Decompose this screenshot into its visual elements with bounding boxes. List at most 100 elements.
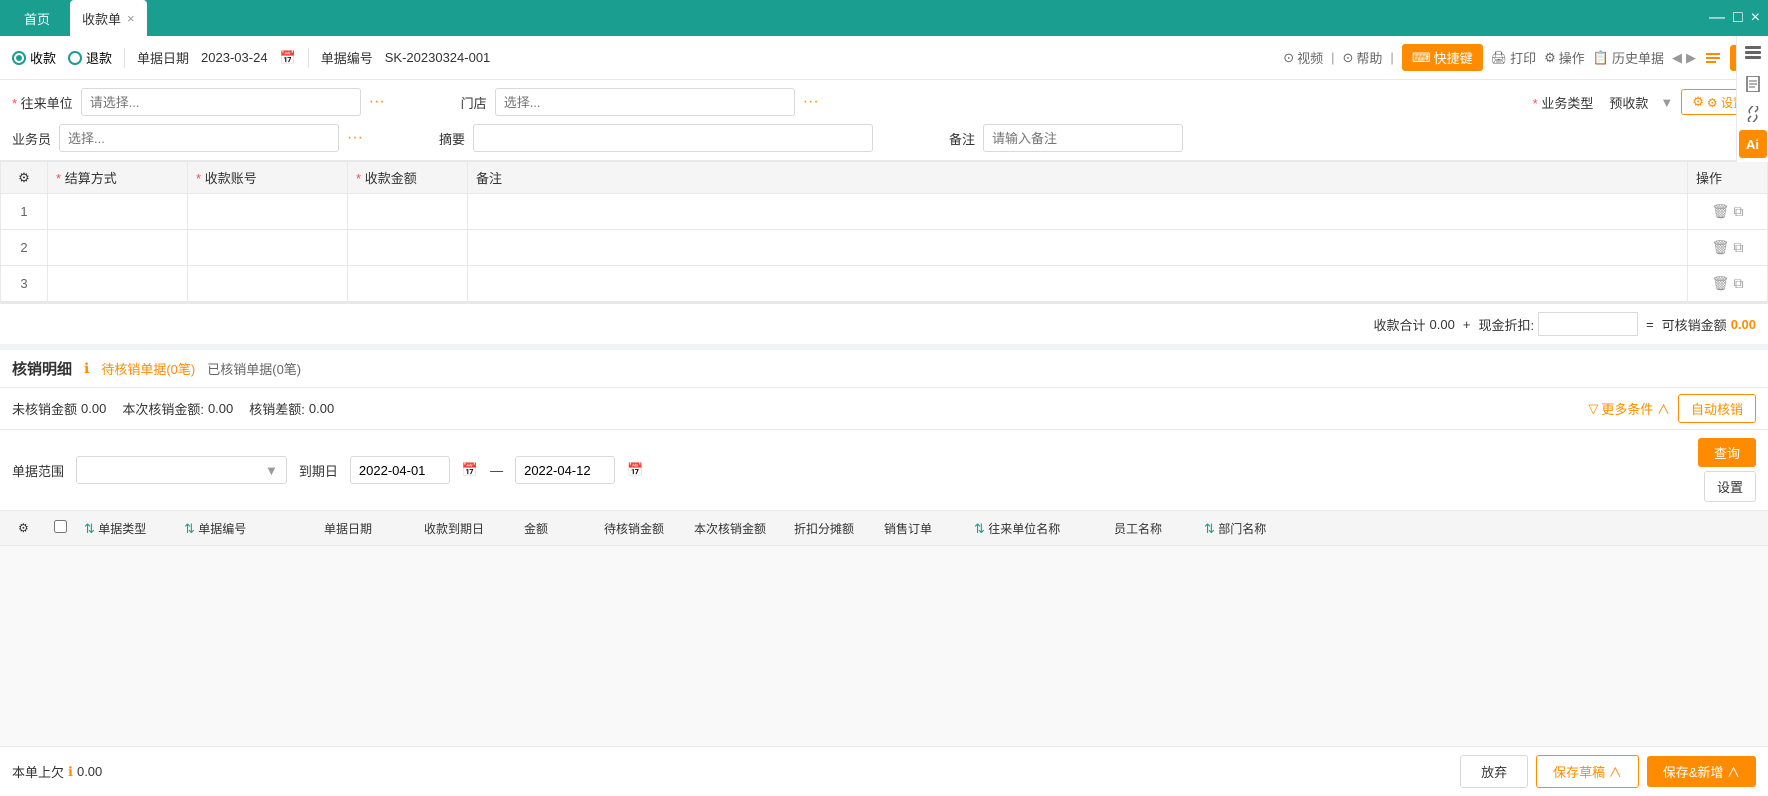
- table-gear-th[interactable]: ⚙: [1, 162, 48, 194]
- delete-row-2-icon[interactable]: 🗑: [1712, 239, 1730, 256]
- print-link[interactable]: 🖨 打印: [1491, 48, 1537, 67]
- shortcut-btn[interactable]: ⌨ 快捷键: [1402, 44, 1483, 71]
- copy-row-3-icon[interactable]: ⧉: [1733, 275, 1743, 292]
- maximize-icon[interactable]: □: [1733, 9, 1743, 27]
- input-remark-2[interactable]: [468, 230, 1687, 265]
- date-from-input[interactable]: [350, 456, 450, 484]
- sidebar-table-icon[interactable]: [1739, 40, 1767, 68]
- save-new-btn[interactable]: 保存&新增 ∧: [1647, 756, 1756, 787]
- store-input[interactable]: [495, 88, 795, 116]
- remark-input[interactable]: [983, 124, 1183, 152]
- date-to-input[interactable]: [515, 456, 615, 484]
- close-icon[interactable]: ×: [1751, 9, 1760, 27]
- bottom-info-icon[interactable]: ℹ: [68, 764, 73, 780]
- select-all-checkbox[interactable]: [54, 520, 67, 533]
- right-nav-icon[interactable]: ▶: [1686, 50, 1696, 66]
- sidebar-ai-icon[interactable]: Ai: [1739, 130, 1767, 158]
- list-view-icon[interactable]: [1700, 45, 1726, 71]
- radio-refund[interactable]: 退款: [68, 48, 112, 67]
- recon-gear-th[interactable]: ⚙: [12, 521, 48, 535]
- more-conditions-link[interactable]: ▽ 更多条件 ∧: [1588, 399, 1670, 418]
- row-num-2: 2: [1, 230, 48, 266]
- th-doc-date: 单据日期: [318, 520, 418, 537]
- th-counterparty-name: ⇅ 往来单位名称: [968, 520, 1108, 537]
- cell-account-1[interactable]: [188, 194, 348, 230]
- th-pending-amount: 待核销金额: [598, 520, 688, 537]
- radio-receipt[interactable]: 收款: [12, 48, 56, 67]
- range-arrow[interactable]: ▼: [265, 463, 278, 478]
- sidebar-doc-icon[interactable]: [1739, 70, 1767, 98]
- th-discount: 折扣分摊额: [788, 520, 878, 537]
- tab-home[interactable]: 首页: [8, 0, 66, 36]
- delete-row-3-icon[interactable]: 🗑: [1712, 275, 1730, 292]
- date-from-icon[interactable]: 📅: [462, 462, 478, 478]
- auto-recon-btn[interactable]: 自动核销: [1678, 394, 1756, 423]
- radio-refund-label: 退款: [86, 48, 112, 67]
- save-draft-btn[interactable]: 保存草稿 ∧: [1536, 755, 1639, 788]
- cell-account-2[interactable]: [188, 230, 348, 266]
- salesperson-dots[interactable]: ···: [347, 129, 363, 147]
- query-row: 单据范围 ▼ 到期日 📅 — 📅 查询 设置: [0, 429, 1768, 510]
- cell-remark-1[interactable]: [468, 194, 1688, 230]
- input-amount-2[interactable]: [348, 230, 467, 265]
- business-type-arrow[interactable]: ▼: [1660, 95, 1673, 110]
- cell-remark-2[interactable]: [468, 230, 1688, 266]
- cell-settlement-1[interactable]: [48, 194, 188, 230]
- copy-row-1-icon[interactable]: ⧉: [1733, 203, 1743, 220]
- salesperson-input[interactable]: [59, 124, 339, 152]
- cell-account-3[interactable]: [188, 266, 348, 302]
- delete-row-1-icon[interactable]: 🗑: [1712, 203, 1730, 220]
- cell-amount-1[interactable]: [348, 194, 468, 230]
- recon-info-icon[interactable]: ℹ: [84, 360, 89, 377]
- cell-remark-3[interactable]: [468, 266, 1688, 302]
- input-settlement-2[interactable]: [48, 230, 187, 265]
- query-btn[interactable]: 查询: [1698, 438, 1756, 467]
- done-tab[interactable]: 已核销单据(0笔): [207, 359, 301, 378]
- input-account-1[interactable]: [188, 194, 347, 229]
- operation-link[interactable]: ⚙ 操作: [1544, 48, 1585, 67]
- copy-row-2-icon[interactable]: ⧉: [1733, 239, 1743, 256]
- input-amount-3[interactable]: [348, 266, 467, 301]
- query-settings-btn[interactable]: 设置: [1704, 471, 1756, 502]
- store-dots[interactable]: ···: [803, 93, 819, 111]
- counterparty-dots[interactable]: ···: [369, 93, 385, 111]
- tab-close-icon[interactable]: ×: [127, 11, 135, 26]
- cell-amount-2[interactable]: [348, 230, 468, 266]
- tab-active[interactable]: 收款单 ×: [70, 0, 147, 36]
- input-remark-3[interactable]: [468, 266, 1687, 301]
- input-settlement-1[interactable]: [48, 194, 187, 229]
- history-link[interactable]: 📋 历史单据: [1593, 48, 1664, 67]
- calendar-icon[interactable]: 📅: [280, 50, 296, 66]
- form-row-1: 往来单位 ··· 门店 ··· 业务类型 预收款 ▼ ⚙ ⚙ 设置: [12, 88, 1756, 116]
- video-link[interactable]: ⊙ 视频: [1283, 48, 1323, 67]
- sort-icon4: ⇅: [1204, 521, 1215, 536]
- sidebar-link-icon[interactable]: [1739, 100, 1767, 128]
- input-account-3[interactable]: [188, 266, 347, 301]
- sort-icon: ⇅: [84, 521, 95, 536]
- remark-label: 备注: [949, 129, 975, 148]
- left-nav-icon[interactable]: ◀: [1672, 50, 1682, 66]
- input-settlement-3[interactable]: [48, 266, 187, 301]
- discount-input[interactable]: [1538, 312, 1638, 336]
- date-to-icon[interactable]: 📅: [627, 462, 643, 478]
- date-value[interactable]: 2023-03-24: [201, 50, 268, 65]
- minimize-icon[interactable]: —: [1709, 9, 1725, 27]
- sort-icon2: ⇅: [184, 521, 195, 536]
- pending-tab[interactable]: 待核销单据(0笔): [101, 359, 195, 378]
- help-link[interactable]: ⊙ 帮助: [1343, 48, 1383, 67]
- cell-settlement-3[interactable]: [48, 266, 188, 302]
- cell-settlement-2[interactable]: [48, 230, 188, 266]
- cell-amount-3[interactable]: [348, 266, 468, 302]
- input-amount-1[interactable]: [348, 194, 467, 229]
- counterparty-input[interactable]: [81, 88, 361, 116]
- summary-input[interactable]: [473, 124, 873, 152]
- input-remark-1[interactable]: [468, 194, 1687, 229]
- unchecked-label: 未核销金额: [12, 399, 77, 418]
- recon-checkbox-th[interactable]: [48, 520, 78, 536]
- toolbar-actions: ⊙ 视频 | ⊙ 帮助 | ⌨ 快捷键 🖨 打印 ⚙ 操作 📋: [1283, 44, 1756, 71]
- th-settlement: * 结算方式: [48, 162, 188, 194]
- range-input[interactable]: [85, 463, 261, 478]
- discount-summary: 现金折扣:: [1478, 312, 1638, 336]
- input-account-2[interactable]: [188, 230, 347, 265]
- abandon-btn[interactable]: 放弃: [1460, 755, 1528, 788]
